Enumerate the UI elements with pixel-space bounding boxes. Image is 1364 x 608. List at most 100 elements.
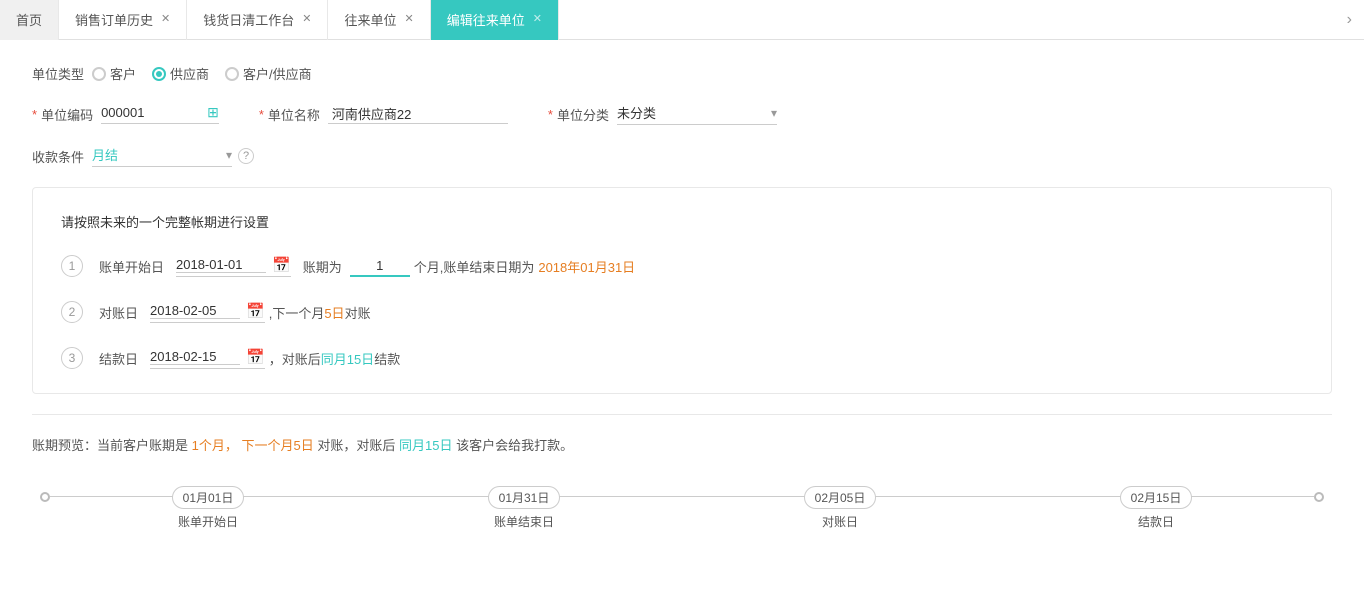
unit-type-row: 单位类型 客户 供应商 客户/供应商 bbox=[32, 64, 1332, 83]
tab-edit-partner[interactable]: 编辑往来单位 ✕ bbox=[431, 0, 559, 40]
timeline-container: 01月01日 账单开始日 01月31日 账单结束日 02月05日 bbox=[32, 482, 1332, 530]
radio-customer-supplier-circle bbox=[225, 67, 239, 81]
tab-cash-ledger-label: 钱货日清工作台 bbox=[203, 10, 294, 29]
step-1-date-input[interactable] bbox=[176, 257, 266, 273]
unit-type-radio-group: 客户 供应商 客户/供应商 bbox=[92, 64, 312, 83]
unit-name-group: * 单位名称 bbox=[259, 104, 508, 124]
timeline-label-4: 结款日 bbox=[1138, 513, 1174, 530]
preview-text: 账期预览：当前客户账期是 1个月， 下一个月5日 对账，对账后 同月15日 该客… bbox=[32, 435, 1332, 454]
timeline-left-dot bbox=[40, 482, 50, 502]
timeline-badge-1: 01月01日 bbox=[172, 486, 245, 509]
payment-terms-select[interactable]: 月结 ▾ bbox=[92, 145, 232, 167]
step-1-end-date: 2018年01月31日 bbox=[538, 257, 635, 276]
preview-label: 账期预览：当前客户账期是 bbox=[32, 438, 188, 453]
radio-customer-supplier[interactable]: 客户/供应商 bbox=[225, 64, 312, 83]
timeline-right-dot bbox=[1314, 482, 1324, 502]
timeline-label-2: 账单结束日 bbox=[494, 513, 554, 530]
step-3-label: 结款日 bbox=[99, 349, 138, 368]
step-1-calendar-icon[interactable]: 📅 bbox=[272, 256, 291, 274]
step-2-suffix-pre: ,下一个月 bbox=[269, 303, 325, 322]
step-2-label: 对账日 bbox=[99, 303, 138, 322]
preview-part2: 下一个月5日 bbox=[242, 438, 314, 453]
radio-supplier-circle bbox=[152, 67, 166, 81]
timeline-label-1: 账单开始日 bbox=[178, 513, 238, 530]
unit-name-star: * bbox=[259, 107, 264, 122]
unit-category-star: * bbox=[548, 107, 553, 122]
tab-edit-partner-close[interactable]: ✕ bbox=[533, 14, 542, 25]
step-3-calendar-icon[interactable]: 📅 bbox=[246, 348, 265, 366]
timeline-label-3: 对账日 bbox=[822, 513, 858, 530]
step-2-date-input-wrapper: 📅 bbox=[150, 302, 265, 323]
step-1-num: 1 bbox=[61, 255, 83, 277]
preview-part4: 同月15日 bbox=[399, 438, 452, 453]
step-3-num: 3 bbox=[61, 347, 83, 369]
tab-partner-units[interactable]: 往来单位 ✕ bbox=[328, 0, 430, 40]
step-1-label: 账单开始日 bbox=[99, 257, 164, 276]
unit-code-input-wrapper: ⊞ bbox=[101, 104, 219, 124]
preview-part5: 该客户会给我打款。 bbox=[456, 438, 573, 453]
unit-code-input[interactable] bbox=[101, 105, 201, 120]
unit-code-group: * 单位编码 ⊞ bbox=[32, 104, 219, 124]
timeline-badge-2: 01月31日 bbox=[488, 486, 561, 509]
timeline-badge-4: 02月15日 bbox=[1120, 486, 1193, 509]
preview-part1: 1个月， bbox=[192, 438, 238, 453]
radio-supplier-label: 供应商 bbox=[170, 64, 209, 83]
step-1-period-unit: 个月,账单结束日期为 bbox=[414, 257, 535, 276]
timeline-segment-1: 01月01日 账单开始日 bbox=[50, 482, 366, 530]
timeline-badge-3: 02月05日 bbox=[804, 486, 877, 509]
radio-customer-supplier-label: 客户/供应商 bbox=[243, 64, 312, 83]
step-2-date-input[interactable] bbox=[150, 303, 240, 319]
timeline-segment-4: 02月15日 结款日 bbox=[998, 482, 1314, 530]
unit-details-row: * 单位编码 ⊞ * 单位名称 * 单位分类 未分类 ▾ bbox=[32, 103, 1332, 125]
tab-partner-units-label: 往来单位 bbox=[344, 10, 396, 29]
unit-name-input[interactable] bbox=[328, 104, 508, 124]
tab-partner-units-close[interactable]: ✕ bbox=[405, 14, 414, 25]
tab-cash-ledger-close[interactable]: ✕ bbox=[302, 14, 311, 25]
tab-sales-history[interactable]: 销售订单历史 ✕ bbox=[59, 0, 187, 40]
tab-sales-history-close[interactable]: ✕ bbox=[161, 14, 170, 25]
payment-terms-arrow-icon: ▾ bbox=[226, 148, 232, 162]
period-input[interactable] bbox=[350, 256, 410, 277]
radio-customer[interactable]: 客户 bbox=[92, 64, 136, 83]
tab-cash-ledger[interactable]: 钱货日清工作台 ✕ bbox=[187, 0, 328, 40]
radio-customer-circle bbox=[92, 67, 106, 81]
step-2-suffix-highlight: 5日 bbox=[324, 303, 344, 322]
unit-category-value: 未分类 bbox=[617, 103, 765, 122]
timeline-dot-start bbox=[40, 492, 50, 502]
unit-code-star: * bbox=[32, 107, 37, 122]
unit-category-select[interactable]: 未分类 ▾ bbox=[617, 103, 777, 125]
step-2-num: 2 bbox=[61, 301, 83, 323]
preview-part3: 对账，对账后 bbox=[317, 438, 395, 453]
payment-terms-value: 月结 bbox=[92, 145, 220, 164]
timeline-dot-end bbox=[1314, 492, 1324, 502]
payment-terms-help-icon[interactable]: ? bbox=[238, 148, 254, 164]
tab-home-label: 首页 bbox=[16, 10, 42, 29]
tab-home[interactable]: 首页 bbox=[0, 0, 59, 40]
settings-box: 请按照未来的一个完整帐期进行设置 1 账单开始日 📅 账期为 个月,账单结束日期… bbox=[32, 187, 1332, 394]
step-2-row: 2 对账日 📅 ,下一个月 5日 对账 bbox=[61, 301, 1303, 323]
step-1-mid-text: 账期为 bbox=[303, 257, 342, 276]
unit-category-label: 单位分类 bbox=[557, 105, 609, 124]
tabs-bar: 首页 销售订单历史 ✕ 钱货日清工作台 ✕ 往来单位 ✕ 编辑往来单位 ✕ › bbox=[0, 0, 1364, 40]
step-3-row: 3 结款日 📅 ，对账后 同月15日 结款 bbox=[61, 347, 1303, 369]
unit-type-label: 单位类型 bbox=[32, 64, 84, 83]
unit-code-copy-icon[interactable]: ⊞ bbox=[207, 104, 219, 121]
payment-terms-label: 收款条件 bbox=[32, 147, 84, 166]
radio-customer-label: 客户 bbox=[110, 64, 136, 83]
payment-terms-row: 收款条件 月结 ▾ ? bbox=[32, 145, 1332, 167]
unit-name-label: 单位名称 bbox=[268, 105, 320, 124]
tab-edit-partner-label: 编辑往来单位 bbox=[447, 10, 525, 29]
unit-category-group: * 单位分类 未分类 ▾ bbox=[548, 103, 777, 125]
tab-sales-history-label: 销售订单历史 bbox=[75, 10, 153, 29]
step-1-date-input-wrapper: 📅 bbox=[176, 256, 291, 277]
radio-supplier[interactable]: 供应商 bbox=[152, 64, 209, 83]
step-2-calendar-icon[interactable]: 📅 bbox=[246, 302, 265, 320]
settings-box-title: 请按照未来的一个完整帐期进行设置 bbox=[61, 212, 1303, 231]
timeline-segment-3: 02月05日 对账日 bbox=[682, 482, 998, 530]
unit-category-arrow-icon: ▾ bbox=[771, 106, 777, 120]
tabs-arrow[interactable]: › bbox=[1335, 11, 1364, 29]
step-3-suffix-highlight: 同月15日 bbox=[321, 349, 374, 368]
unit-code-label: 单位编码 bbox=[41, 105, 93, 124]
step-3-suffix-pre: ，对账后 bbox=[269, 349, 321, 368]
step-3-date-input[interactable] bbox=[150, 349, 240, 365]
